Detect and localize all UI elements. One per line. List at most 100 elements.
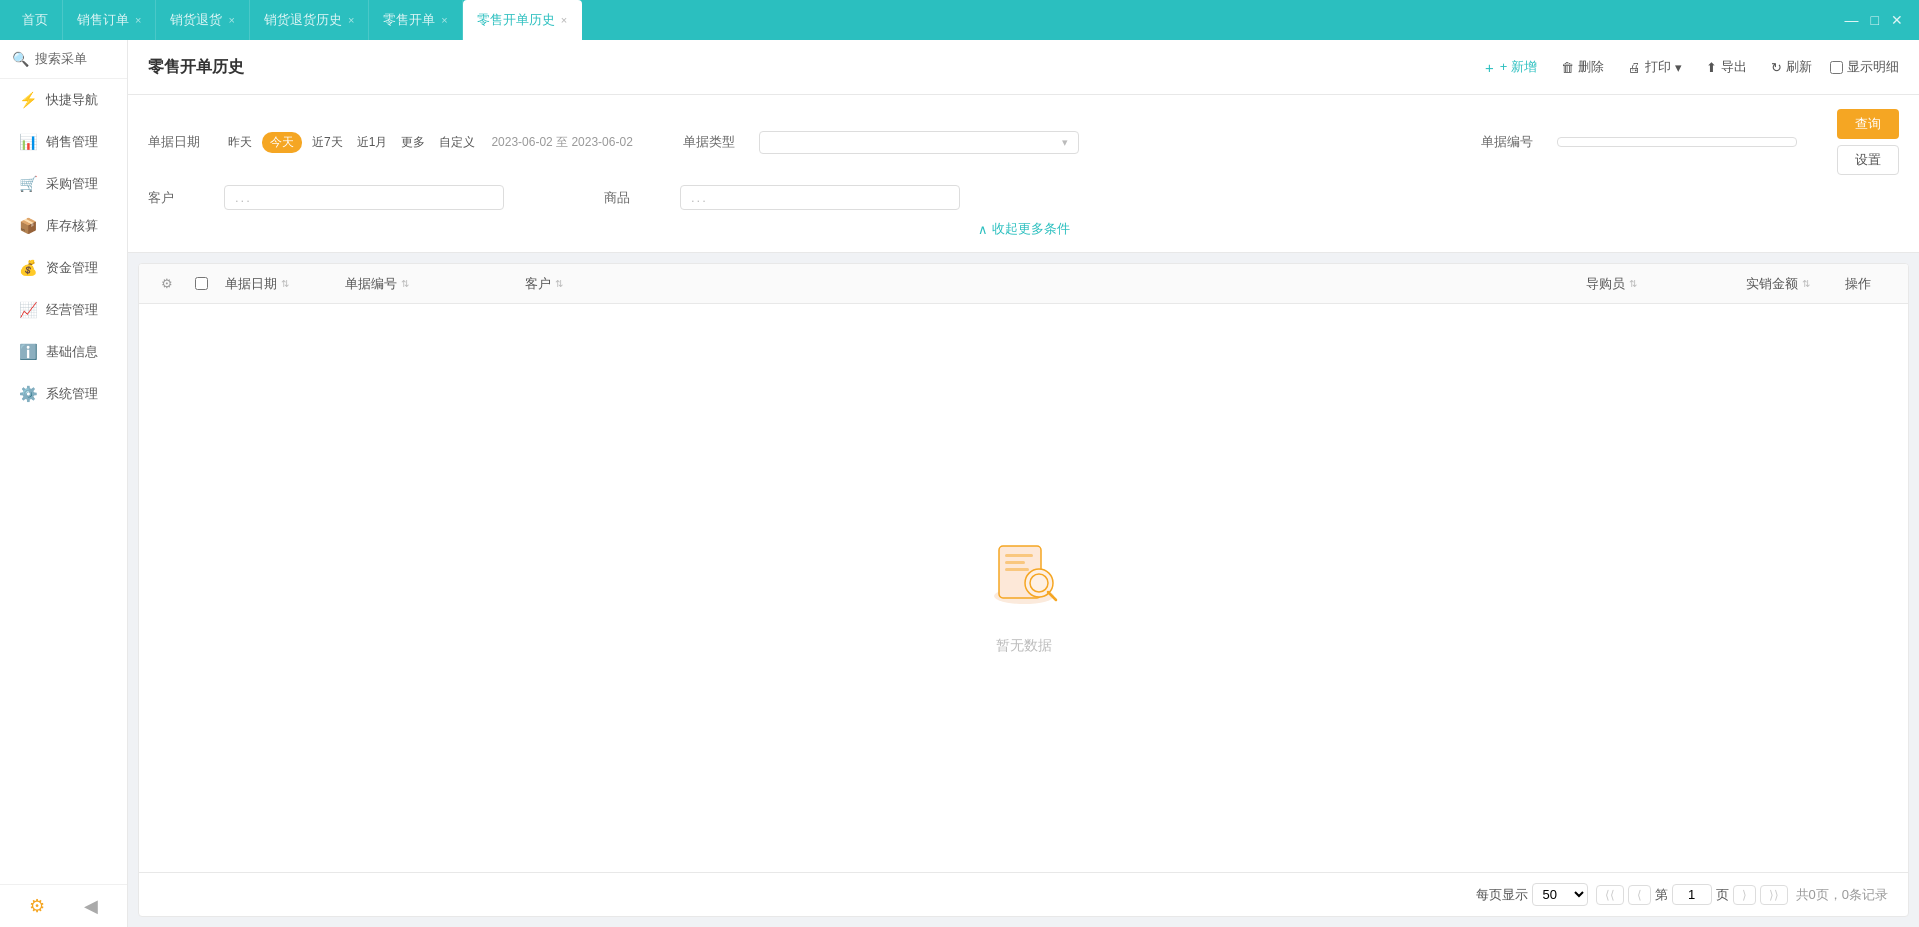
next-page-btn[interactable]: ⟩: [1733, 885, 1756, 905]
date-btn-more[interactable]: 更多: [397, 132, 429, 153]
add-button[interactable]: + 新增: [1479, 54, 1543, 80]
sidebar-search[interactable]: 🔍 搜索采单: [0, 40, 127, 79]
minimize-btn[interactable]: —: [1845, 12, 1859, 28]
per-page-dropdown[interactable]: 10 20 50 100: [1532, 883, 1588, 906]
page-suffix: 页: [1716, 886, 1729, 904]
collapse-up-icon: ∧: [978, 222, 988, 237]
tab-home[interactable]: 首页: [8, 0, 63, 40]
bill-type-select[interactable]: ▾: [759, 131, 1079, 154]
table-header: ⚙ 单据日期 ⇅ 单据编号 ⇅ 客户 ⇅ 导购员 ⇅: [139, 264, 1908, 304]
col-header-guide[interactable]: 导购员 ⇅: [1578, 275, 1698, 293]
page-input[interactable]: [1672, 884, 1712, 905]
goods-label: 商品: [604, 189, 660, 207]
delete-icon: 🗑: [1561, 60, 1574, 75]
purchase-icon: 🛒: [19, 175, 38, 193]
goods-input[interactable]: ...: [680, 185, 960, 210]
search-icon: 🔍: [12, 51, 29, 67]
tab-close-sales-return[interactable]: ×: [228, 14, 234, 26]
toolbar: + 新增 🗑 删除 🖨 打印 ▾ ⬆ 导出 ↻ 刷新: [1479, 54, 1899, 94]
setting-button[interactable]: 设置: [1837, 145, 1899, 175]
sort-customer-icon: ⇅: [555, 278, 563, 289]
select-all-checkbox[interactable]: [185, 277, 217, 290]
finance-icon: 💰: [19, 259, 38, 277]
date-btn-custom[interactable]: 自定义: [435, 132, 479, 153]
sidebar-nav: ⚡ 快捷导航 📊 销售管理 🛒 采购管理 📦 库存核算 💰 资金管理 📈: [0, 79, 127, 884]
col-header-amount[interactable]: 实销金额 ⇅: [1698, 275, 1818, 293]
bill-no-label: 单据编号: [1481, 133, 1537, 151]
tab-close-sales-return-history[interactable]: ×: [348, 14, 354, 26]
settings-gear-icon[interactable]: ⚙: [29, 895, 45, 917]
bill-no-input[interactable]: [1557, 137, 1797, 147]
col-header-date[interactable]: 单据日期 ⇅: [217, 275, 337, 293]
tab-sales-return-history[interactable]: 销货退货历史 ×: [250, 0, 369, 40]
date-btns: 昨天 今天 近7天 近1月 更多 自定义 2023-06-02 至 2023-0…: [224, 132, 633, 153]
col-header-customer[interactable]: 客户 ⇅: [517, 275, 1578, 293]
export-icon: ⬆: [1706, 60, 1717, 75]
query-button[interactable]: 查询: [1837, 109, 1899, 139]
tab-close-retail-history[interactable]: ×: [561, 14, 567, 26]
tab-retail-order[interactable]: 零售开单 ×: [369, 0, 462, 40]
sidebar-item-inventory[interactable]: 📦 库存核算: [0, 205, 127, 247]
tab-sales-return[interactable]: 销货退货 ×: [156, 0, 249, 40]
empty-state: 暂无数据: [139, 304, 1908, 872]
prev-page-btn[interactable]: ⟨: [1628, 885, 1651, 905]
sidebar-item-operations[interactable]: 📈 经营管理: [0, 289, 127, 331]
per-page-select[interactable]: 每页显示 10 20 50 100: [1476, 883, 1588, 906]
collapse-button[interactable]: ∧ 收起更多条件: [978, 220, 1070, 238]
bill-type-arrow-icon: ▾: [1062, 136, 1068, 149]
tab-close-retail-order[interactable]: ×: [441, 14, 447, 26]
print-dropdown-icon: ▾: [1675, 60, 1682, 75]
sidebar-item-quick-nav[interactable]: ⚡ 快捷导航: [0, 79, 127, 121]
tab-sales-order[interactable]: 销售订单 ×: [63, 0, 156, 40]
date-btn-1month[interactable]: 近1月: [353, 132, 392, 153]
sort-date-icon: ⇅: [281, 278, 289, 289]
col-header-ops: 操作: [1818, 275, 1898, 293]
first-page-btn[interactable]: ⟨⟨: [1596, 885, 1624, 905]
date-btn-yesterday[interactable]: 昨天: [224, 132, 256, 153]
date-btn-today[interactable]: 今天: [262, 132, 302, 153]
pagination: 每页显示 10 20 50 100 ⟨⟨ ⟨ 第 页 ⟩ ⟩⟩: [139, 872, 1908, 916]
export-button[interactable]: ⬆ 导出: [1700, 54, 1753, 80]
basic-info-icon: ℹ️: [19, 343, 38, 361]
table-container: ⚙ 单据日期 ⇅ 单据编号 ⇅ 客户 ⇅ 导购员 ⇅: [138, 263, 1909, 917]
date-btn-7days[interactable]: 近7天: [308, 132, 347, 153]
display-toggle[interactable]: 显示明细: [1830, 58, 1899, 76]
sidebar-collapse-icon[interactable]: ◀: [84, 895, 98, 917]
sort-guide-icon: ⇅: [1629, 278, 1637, 289]
delete-button[interactable]: 🗑 删除: [1555, 54, 1610, 80]
page-nav: ⟨⟨ ⟨ 第 页 ⟩ ⟩⟩: [1596, 884, 1788, 905]
filter-row-1: 单据日期 昨天 今天 近7天 近1月 更多 自定义 2023-06-02 至 2…: [148, 109, 1899, 175]
tab-retail-history[interactable]: 零售开单历史 ×: [463, 0, 582, 40]
maximize-btn[interactable]: □: [1871, 12, 1879, 28]
sidebar-item-system[interactable]: ⚙️ 系统管理: [0, 373, 127, 415]
date-range-display: 2023-06-02 至 2023-06-02: [491, 134, 632, 151]
sidebar-footer: ⚙ ◀: [0, 884, 127, 927]
svg-rect-4: [1005, 568, 1029, 571]
operations-icon: 📈: [19, 301, 38, 319]
sort-billno-icon: ⇅: [401, 278, 409, 289]
last-page-btn[interactable]: ⟩⟩: [1760, 885, 1788, 905]
display-toggle-checkbox[interactable]: [1830, 61, 1843, 74]
sort-amount-icon: ⇅: [1802, 278, 1810, 289]
sidebar-item-finance[interactable]: 💰 资金管理: [0, 247, 127, 289]
inventory-icon: 📦: [19, 217, 38, 235]
column-settings-icon[interactable]: ⚙: [149, 276, 185, 291]
bill-type-label: 单据类型: [683, 133, 739, 151]
print-icon: 🖨: [1628, 60, 1641, 75]
sidebar-item-purchase[interactable]: 🛒 采购管理: [0, 163, 127, 205]
sidebar: 🔍 搜索采单 ⚡ 快捷导航 📊 销售管理 🛒 采购管理 📦 库存核算 💰: [0, 40, 128, 927]
filter-row-2: 客户 ... 商品 ...: [148, 185, 1899, 210]
sidebar-item-sales[interactable]: 📊 销售管理: [0, 121, 127, 163]
page-title: 零售开单历史: [148, 57, 244, 92]
close-btn[interactable]: ✕: [1891, 12, 1903, 28]
collapse-row: ∧ 收起更多条件: [148, 220, 1899, 238]
print-button[interactable]: 🖨 打印 ▾: [1622, 54, 1688, 80]
sidebar-item-basic-info[interactable]: ℹ️ 基础信息: [0, 331, 127, 373]
customer-input[interactable]: ...: [224, 185, 504, 210]
refresh-button[interactable]: ↻ 刷新: [1765, 54, 1818, 80]
date-label: 单据日期: [148, 133, 204, 151]
empty-text: 暂无数据: [996, 637, 1052, 655]
col-header-billno[interactable]: 单据编号 ⇅: [337, 275, 517, 293]
tab-close-sales-order[interactable]: ×: [135, 14, 141, 26]
tab-bar: 首页 销售订单 × 销货退货 × 销货退货历史 × 零售开单 × 零售开单历史 …: [0, 0, 1919, 40]
